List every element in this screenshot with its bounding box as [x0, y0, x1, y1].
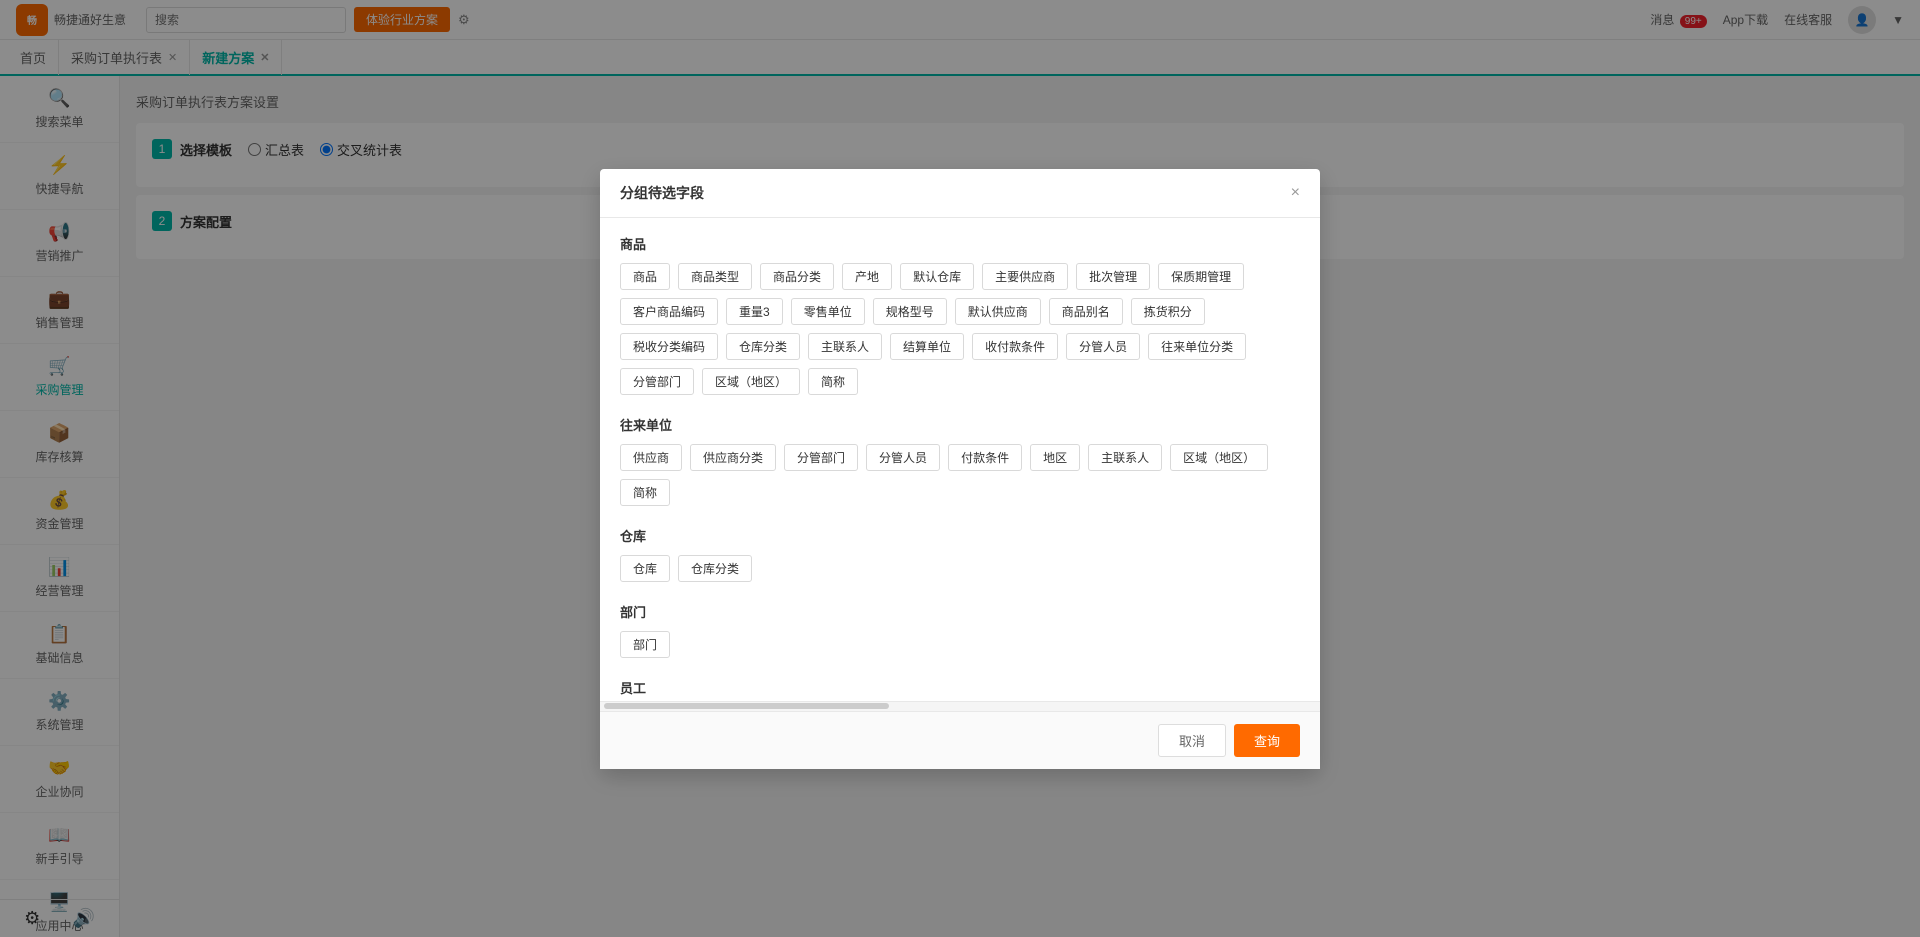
- field-group-3: 部门部门: [620, 602, 1300, 658]
- field-tags-1: 供应商供应商分类分管部门分管人员付款条件地区主联系人区域（地区） 简称: [620, 444, 1300, 506]
- field-tag-0-9[interactable]: 重量3: [726, 298, 783, 325]
- field-tag-0-5[interactable]: 主要供应商: [982, 263, 1068, 290]
- field-tag-0-16[interactable]: 仓库分类: [726, 333, 800, 360]
- field-tags-0: 商品商品类型商品分类产地默认仓库主要供应商批次管理保质期管理客户商品编码重量3 零…: [620, 263, 1300, 395]
- field-group-1: 往来单位供应商供应商分类分管部门分管人员付款条件地区主联系人区域（地区） 简称: [620, 415, 1300, 506]
- field-tag-0-2[interactable]: 商品分类: [760, 263, 834, 290]
- modal-footer: 取消 查询: [600, 711, 1320, 769]
- field-tag-0-15[interactable]: 税收分类编码: [620, 333, 718, 360]
- field-tag-1-6[interactable]: 主联系人: [1088, 444, 1162, 471]
- field-tag-1-3[interactable]: 分管人员: [866, 444, 940, 471]
- field-tag-0-10[interactable]: 零售单位: [791, 298, 865, 325]
- field-tag-0-21[interactable]: 往来单位分类: [1148, 333, 1246, 360]
- field-tag-0-1[interactable]: 商品类型: [678, 263, 752, 290]
- field-tag-1-1[interactable]: 供应商分类: [690, 444, 776, 471]
- field-select-modal: 分组待选字段 × 商品商品商品类型商品分类产地默认仓库主要供应商批次管理保质期管…: [600, 169, 1320, 769]
- field-group-title-2: 仓库: [620, 526, 1300, 545]
- field-tag-0-3[interactable]: 产地: [842, 263, 892, 290]
- field-group-title-1: 往来单位: [620, 415, 1300, 434]
- field-group-title-4: 员工: [620, 678, 1300, 697]
- field-tag-3-0[interactable]: 部门: [620, 631, 670, 658]
- field-tag-0-7[interactable]: 保质期管理: [1158, 263, 1244, 290]
- field-tag-1-5[interactable]: 地区: [1030, 444, 1080, 471]
- modal-title: 分组待选字段: [620, 183, 704, 203]
- modal-hscrollbar[interactable]: [600, 701, 1320, 710]
- field-tag-0-20[interactable]: 分管人员: [1066, 333, 1140, 360]
- field-tag-0-17[interactable]: 主联系人: [808, 333, 882, 360]
- modal-close-btn[interactable]: ×: [1291, 184, 1300, 202]
- field-group-0: 商品商品商品类型商品分类产地默认仓库主要供应商批次管理保质期管理客户商品编码重量…: [620, 234, 1300, 395]
- field-tag-0-24[interactable]: 简称: [808, 368, 858, 395]
- field-tag-0-0[interactable]: 商品: [620, 263, 670, 290]
- modal-body: 商品商品商品类型商品分类产地默认仓库主要供应商批次管理保质期管理客户商品编码重量…: [600, 218, 1320, 702]
- field-tags-2: 仓库仓库分类: [620, 555, 1300, 582]
- field-tag-0-8[interactable]: 客户商品编码: [620, 298, 718, 325]
- field-group-title-3: 部门: [620, 602, 1300, 621]
- field-tag-1-2[interactable]: 分管部门: [784, 444, 858, 471]
- modal-overlay: 分组待选字段 × 商品商品商品类型商品分类产地默认仓库主要供应商批次管理保质期管…: [0, 0, 1920, 937]
- field-tag-1-4[interactable]: 付款条件: [948, 444, 1022, 471]
- field-tag-0-23[interactable]: 区域（地区）: [702, 368, 800, 395]
- field-tag-0-22[interactable]: 分管部门: [620, 368, 694, 395]
- field-tags-3: 部门: [620, 631, 1300, 658]
- field-tag-0-14[interactable]: 拣货积分: [1131, 298, 1205, 325]
- field-tag-1-8[interactable]: 简称: [620, 479, 670, 506]
- field-tag-0-13[interactable]: 商品别名: [1049, 298, 1123, 325]
- field-group-4: 员工业务员: [620, 678, 1300, 702]
- cancel-button[interactable]: 取消: [1158, 724, 1226, 757]
- hscroll-thumb: [604, 703, 889, 709]
- field-tag-1-0[interactable]: 供应商: [620, 444, 682, 471]
- field-tag-1-7[interactable]: 区域（地区）: [1170, 444, 1268, 471]
- field-tag-2-1[interactable]: 仓库分类: [678, 555, 752, 582]
- confirm-button[interactable]: 查询: [1234, 724, 1300, 757]
- field-tag-0-12[interactable]: 默认供应商: [955, 298, 1041, 325]
- field-group-2: 仓库仓库仓库分类: [620, 526, 1300, 582]
- field-tag-0-18[interactable]: 结算单位: [890, 333, 964, 360]
- field-tag-0-11[interactable]: 规格型号: [873, 298, 947, 325]
- field-tag-2-0[interactable]: 仓库: [620, 555, 670, 582]
- field-tag-0-4[interactable]: 默认仓库: [900, 263, 974, 290]
- field-group-title-0: 商品: [620, 234, 1300, 253]
- modal-header: 分组待选字段 ×: [600, 169, 1320, 218]
- field-tag-0-6[interactable]: 批次管理: [1076, 263, 1150, 290]
- field-tag-0-19[interactable]: 收付款条件: [972, 333, 1058, 360]
